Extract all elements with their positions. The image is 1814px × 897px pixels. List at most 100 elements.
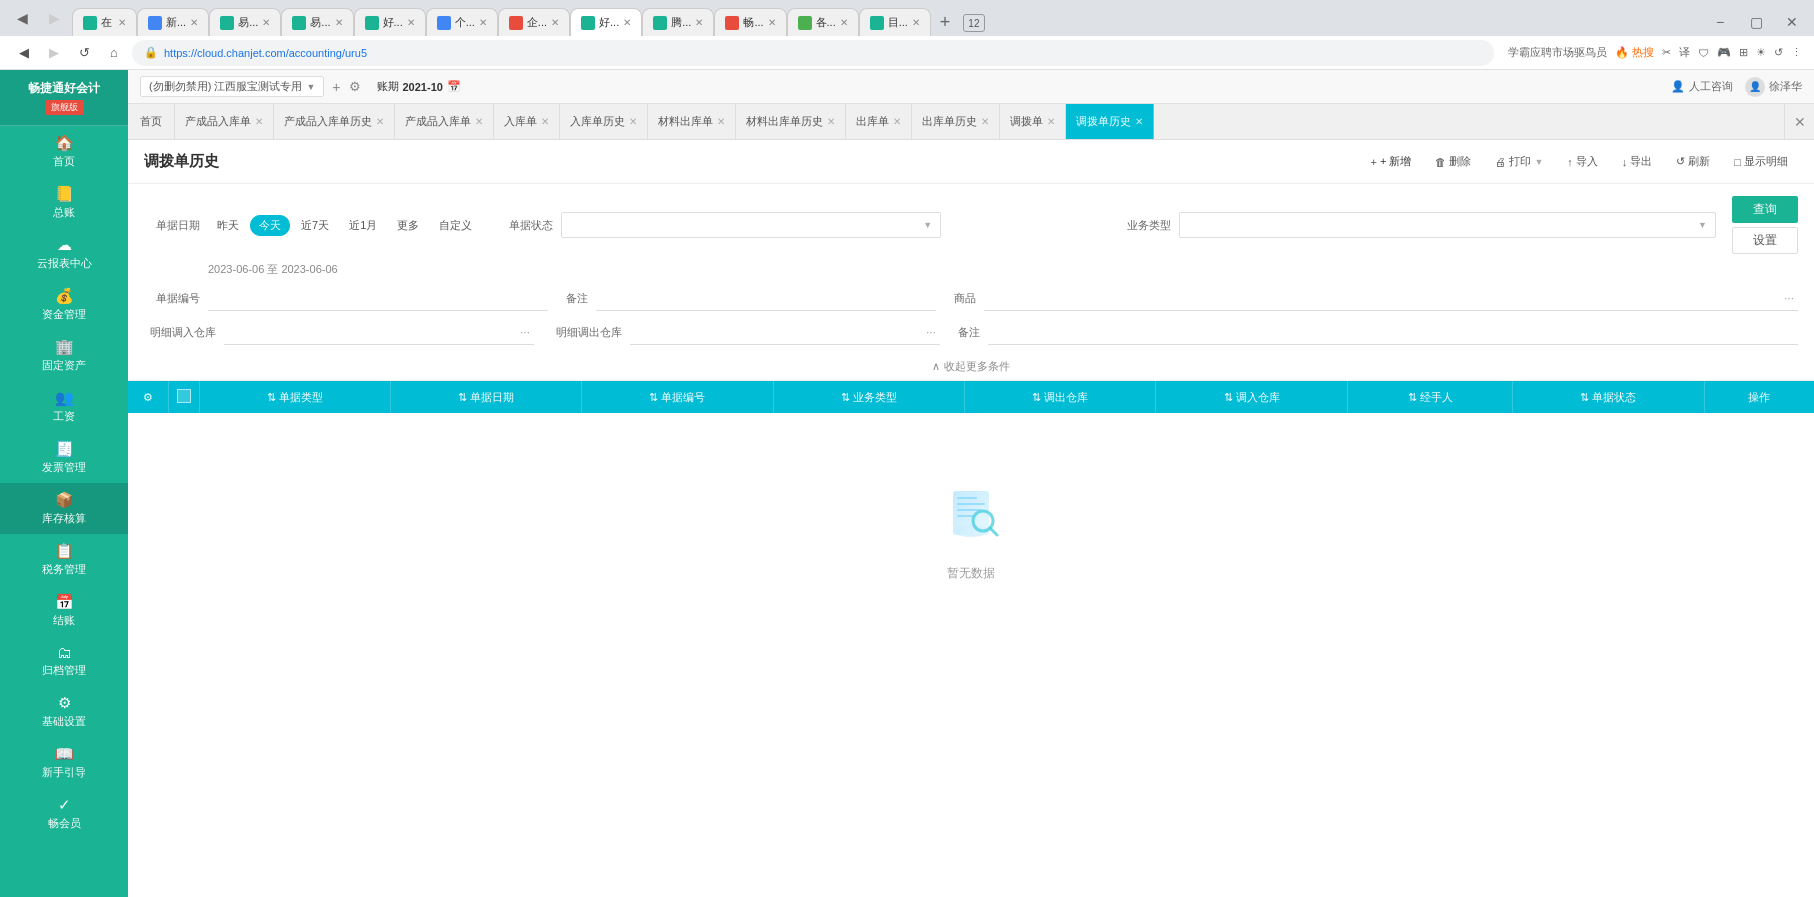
print-button[interactable]: 🖨 打印 ▼ [1485,150,1553,173]
browser-tab-10[interactable]: 畅... ✕ [714,8,786,36]
sidebar-item-reports[interactable]: ☁ 云报表中心 [0,228,128,279]
tab-product-inbound-history[interactable]: 产成品入库单历史 ✕ [274,104,395,139]
query-button[interactable]: 查询 [1732,196,1798,223]
tab-transfer[interactable]: 调拨单 ✕ [1000,104,1066,139]
remark2-input[interactable] [988,319,1798,345]
browser-tab-12[interactable]: 目... ✕ [859,8,931,36]
tab-transfer-history[interactable]: 调拨单历史 ✕ [1066,104,1154,139]
tab-close-ibh[interactable]: ✕ [629,116,637,127]
sidebar-item-archive[interactable]: 🗂 归档管理 [0,636,128,686]
settings-button[interactable]: 设置 [1732,227,1798,254]
col-status[interactable]: ⇅ 单据状态 [1513,381,1704,413]
tab-close-6[interactable]: ✕ [479,17,487,28]
tab-close-8[interactable]: ✕ [623,17,631,28]
sidebar-item-assets[interactable]: 🏢 固定资产 [0,330,128,381]
col-biz-type[interactable]: ⇅ 业务类型 [773,381,964,413]
doc-no-input[interactable] [208,285,548,311]
refresh-button[interactable]: ↺ 刷新 [1666,150,1720,173]
company-settings-btn[interactable]: ⚙ [349,79,361,94]
browser-tab-5[interactable]: 好... ✕ [354,8,426,36]
tab-material-outbound-history[interactable]: 材料出库单历史 ✕ [736,104,846,139]
reload-btn[interactable]: ↺ [72,41,96,65]
tab-close-pi[interactable]: ✕ [255,116,263,127]
sidebar-item-member[interactable]: ✓ 畅会员 [0,788,128,839]
browser-tab-11[interactable]: 各... ✕ [787,8,859,36]
select-all-checkbox[interactable] [177,389,191,403]
tab-close-3[interactable]: ✕ [262,17,270,28]
back-btn[interactable]: ◀ [12,41,36,65]
url-bar[interactable]: 🔒 https://cloud.chanjet.com/accounting/u… [132,40,1494,66]
support-btn[interactable]: 👤 人工咨询 [1671,79,1733,94]
tab-inbound-history[interactable]: 入库单历史 ✕ [560,104,648,139]
tab-home[interactable]: 首页 [128,104,175,139]
browser-tab-1[interactable]: 在 ✕ [72,8,137,36]
tab-close-pih[interactable]: ✕ [376,116,384,127]
import-button[interactable]: ↑ 导入 [1557,150,1608,173]
col-in-warehouse[interactable]: ⇅ 调入仓库 [1156,381,1347,413]
sidebar-item-payroll[interactable]: 👥 工资 [0,381,128,432]
date-btn-today[interactable]: 今天 [250,215,290,236]
tab-close-11[interactable]: ✕ [840,17,848,28]
add-company-btn[interactable]: + [332,79,340,95]
tab-close-4[interactable]: ✕ [335,17,343,28]
goods-select[interactable]: ··· [984,285,1798,311]
tab-close-ib[interactable]: ✕ [541,116,549,127]
sidebar-item-invoice[interactable]: 🧾 发票管理 [0,432,128,483]
tab-close-mobh[interactable]: ✕ [827,116,835,127]
maximize-button[interactable]: ▢ [1742,12,1770,32]
minimize-button[interactable]: − [1706,12,1734,32]
display-detail-btn[interactable]: □ 显示明细 [1724,150,1798,173]
collapse-button[interactable]: ∧ 收起更多条件 [932,359,1010,374]
export-button[interactable]: ↓ 导出 [1612,150,1663,173]
browser-tab-4[interactable]: 易... ✕ [281,8,353,36]
col-date[interactable]: ⇅ 单据日期 [390,381,581,413]
tab-outbound-history[interactable]: 出库单历史 ✕ [912,104,1000,139]
delete-button[interactable]: 🗑 删除 [1425,150,1481,173]
sidebar-item-home[interactable]: 🏠 首页 [0,126,128,177]
browser-tab-8[interactable]: 好... ✕ [570,8,642,36]
browser-tab-2[interactable]: 新... ✕ [137,8,209,36]
user-avatar[interactable]: 👤 徐泽华 [1745,77,1802,97]
browser-tab-3[interactable]: 易... ✕ [209,8,281,36]
tab-close-12[interactable]: ✕ [912,17,920,28]
tab-close-th[interactable]: ✕ [1135,116,1143,127]
date-btn-custom[interactable]: 自定义 [430,215,481,236]
remark-input[interactable] [596,285,936,311]
detail-out-select[interactable]: ··· [630,319,940,345]
browser-tab-back[interactable]: ◀ [8,4,36,32]
tab-close-mob[interactable]: ✕ [717,116,725,127]
tab-product-inbound[interactable]: 产成品入库单 ✕ [175,104,274,139]
date-btn-yesterday[interactable]: 昨天 [208,215,248,236]
tab-inbound[interactable]: 入库单 ✕ [494,104,560,139]
business-type-select[interactable]: ▼ [1179,212,1716,238]
detail-in-select[interactable]: ··· [224,319,534,345]
col-type[interactable]: ⇅ 单据类型 [199,381,390,413]
tab-panel-close[interactable]: ✕ [1784,104,1814,139]
gear-icon[interactable]: ⚙ [143,391,153,403]
browser-tab-forward[interactable]: ▶ [40,4,68,32]
home-btn[interactable]: ⌂ [102,41,126,65]
tab-product-inbound2[interactable]: 产成品入库单 ✕ [395,104,494,139]
browser-tab-7[interactable]: 企... ✕ [498,8,570,36]
company-selector[interactable]: (勿删勿禁用) 江西服宝测试专用 ▼ [140,76,324,97]
tab-close-10[interactable]: ✕ [768,17,776,28]
date-btn-more[interactable]: 更多 [388,215,428,236]
tab-close-2[interactable]: ✕ [190,17,198,28]
sidebar-item-settings[interactable]: ⚙ 基础设置 [0,686,128,737]
add-button[interactable]: + + 新增 [1361,150,1422,173]
status-select[interactable]: ▼ [561,212,941,238]
col-no[interactable]: ⇅ 单据编号 [582,381,773,413]
date-btn-1month[interactable]: 近1月 [340,215,386,236]
tab-close-obh[interactable]: ✕ [981,116,989,127]
tab-close-9[interactable]: ✕ [695,17,703,28]
col-out-warehouse[interactable]: ⇅ 调出仓库 [965,381,1156,413]
sidebar-item-closing[interactable]: 📅 结账 [0,585,128,636]
tab-close-5[interactable]: ✕ [407,17,415,28]
new-tab-button[interactable]: + [931,8,959,36]
browser-tab-6[interactable]: 个... ✕ [426,8,498,36]
sidebar-item-inventory[interactable]: 📦 库存核算 [0,483,128,534]
calendar-icon[interactable]: 📅 [447,80,461,93]
col-gear[interactable]: ⚙ [128,381,168,413]
sidebar-item-funds[interactable]: 💰 资金管理 [0,279,128,330]
tab-material-outbound[interactable]: 材料出库单 ✕ [648,104,736,139]
